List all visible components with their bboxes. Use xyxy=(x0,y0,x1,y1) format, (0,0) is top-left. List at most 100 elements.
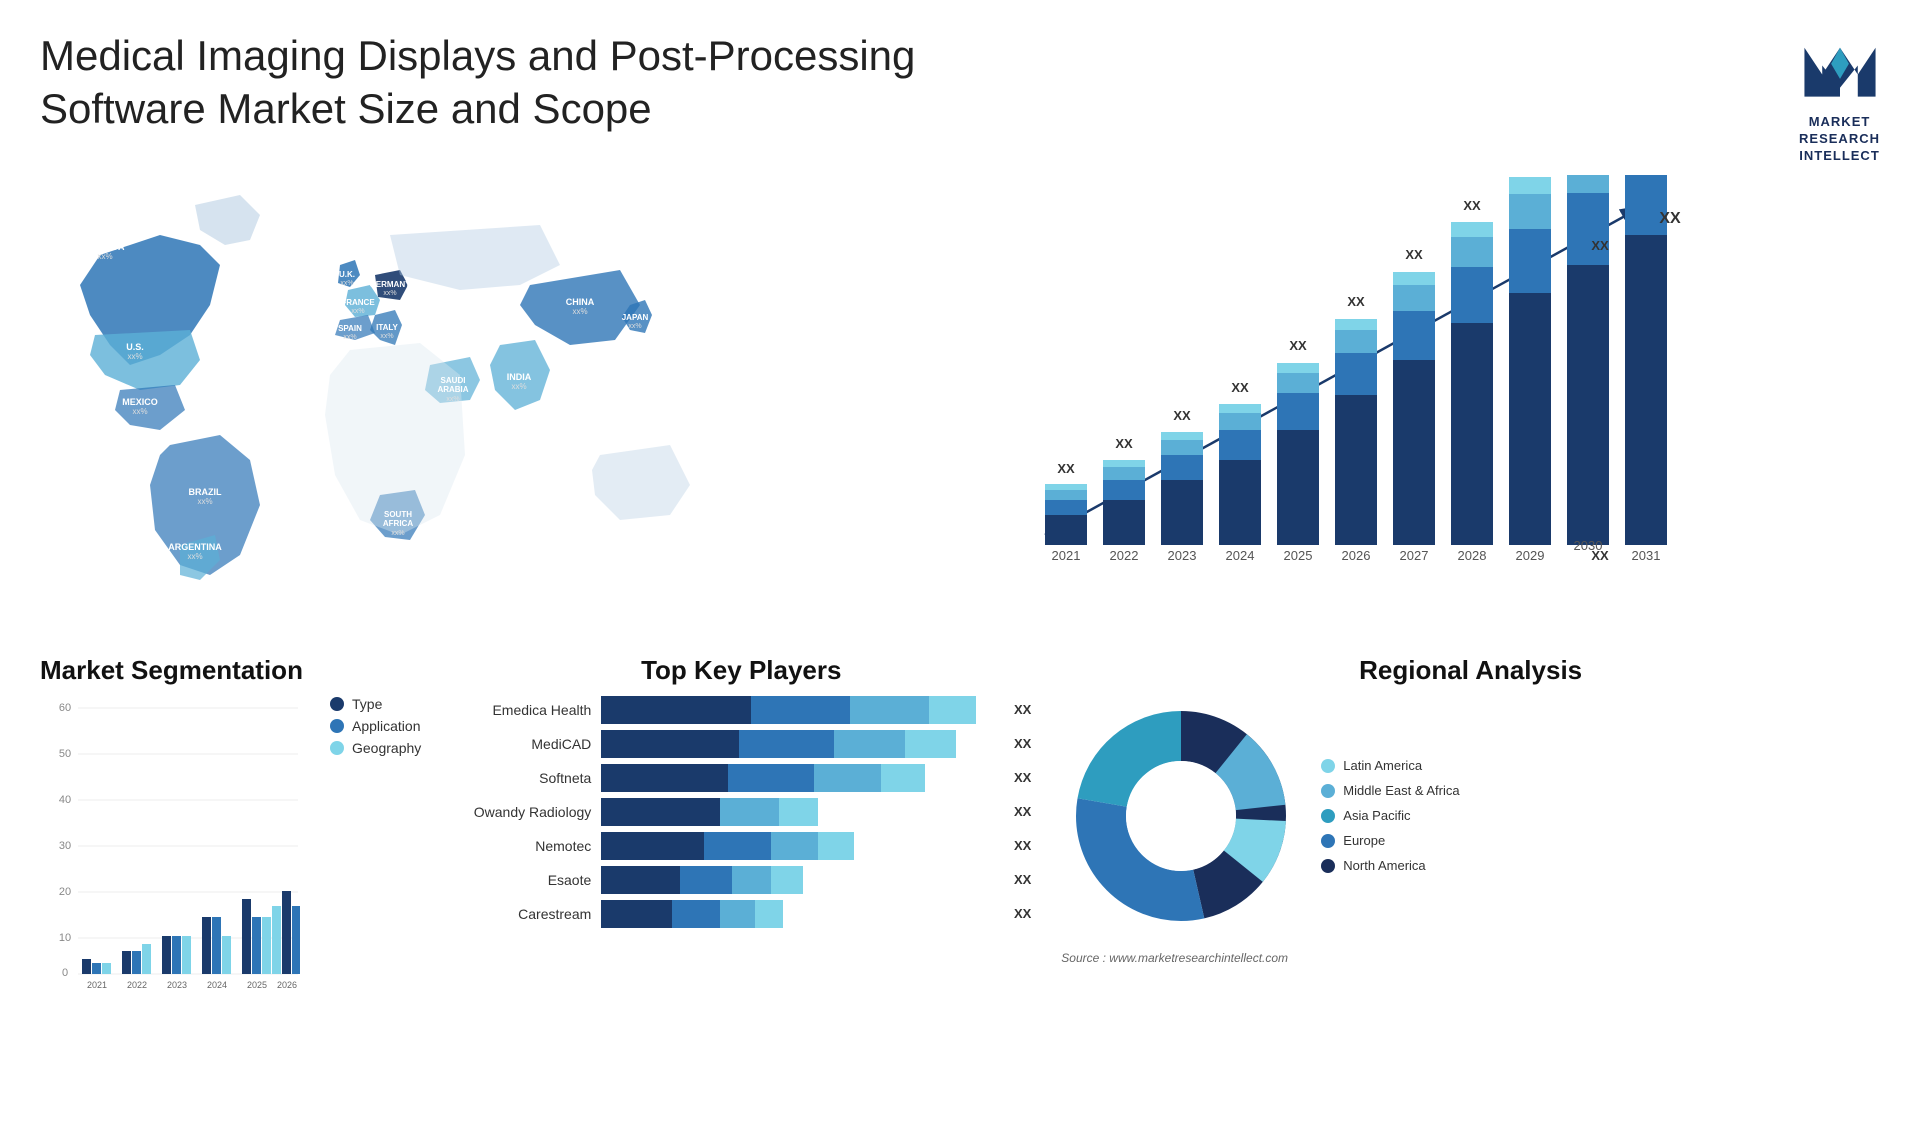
svg-text:XX: XX xyxy=(1115,436,1133,451)
svg-text:XX: XX xyxy=(1591,548,1609,563)
svg-text:xx%: xx% xyxy=(351,308,364,315)
player-bar xyxy=(601,866,996,894)
svg-text:2027: 2027 xyxy=(1400,548,1429,563)
segmentation-title: Market Segmentation xyxy=(40,655,421,686)
page-title: Medical Imaging Displays and Post-Proces… xyxy=(40,30,940,135)
svg-text:2021: 2021 xyxy=(1052,548,1081,563)
player-row: MediCAD XX xyxy=(451,730,1031,758)
legend-north-america: North America xyxy=(1321,858,1459,873)
svg-text:XX: XX xyxy=(1173,408,1191,423)
player-value: XX xyxy=(1014,804,1031,819)
svg-text:XX: XX xyxy=(1231,380,1249,395)
legend-asia-pacific: Asia Pacific xyxy=(1321,808,1459,823)
players-list: Emedica Health XX MediCAD XX xyxy=(451,696,1031,928)
svg-text:xx%: xx% xyxy=(380,333,393,340)
legend-latin-america-label: Latin America xyxy=(1343,758,1422,773)
svg-text:xx%: xx% xyxy=(127,352,142,361)
legend-application: Application xyxy=(330,718,421,734)
player-bar xyxy=(601,798,996,826)
north-america-dot xyxy=(1321,859,1335,873)
player-value: XX xyxy=(1014,770,1031,785)
svg-text:U.S.: U.S. xyxy=(126,342,144,352)
svg-text:XX: XX xyxy=(1347,294,1365,309)
middle-east-dot xyxy=(1321,784,1335,798)
svg-text:CANADA: CANADA xyxy=(86,242,125,252)
svg-text:2025: 2025 xyxy=(1284,548,1313,563)
svg-text:60: 60 xyxy=(59,702,71,714)
svg-text:xx%: xx% xyxy=(383,290,396,297)
svg-text:2028: 2028 xyxy=(1458,548,1487,563)
player-value: XX xyxy=(1014,872,1031,887)
player-row: Esaote XX xyxy=(451,866,1031,894)
player-bar xyxy=(601,900,996,928)
svg-text:ARGENTINA: ARGENTINA xyxy=(168,542,222,552)
growth-chart-svg: XX 2021 XX 2022 XX 2023 XX 2024 xyxy=(790,175,1880,595)
player-bar xyxy=(601,764,996,792)
player-bar xyxy=(601,730,996,758)
svg-text:2022: 2022 xyxy=(127,980,147,990)
svg-text:xx%: xx% xyxy=(197,497,212,506)
svg-text:MEXICO: MEXICO xyxy=(122,397,158,407)
seg-bottom-area: 60 50 40 30 20 10 0 xyxy=(40,696,421,996)
player-value: XX xyxy=(1014,736,1031,751)
legend-europe-label: Europe xyxy=(1343,833,1385,848)
donut-chart-svg xyxy=(1061,696,1301,936)
player-value: XX xyxy=(1014,838,1031,853)
svg-text:XX: XX xyxy=(1057,461,1075,476)
regional-area: Regional Analysis xyxy=(1061,655,1880,1045)
type-dot xyxy=(330,697,344,711)
player-name: Carestream xyxy=(451,906,591,922)
svg-text:2022: 2022 xyxy=(1110,548,1139,563)
svg-text:SPAIN: SPAIN xyxy=(338,324,362,333)
legend-middle-east: Middle East & Africa xyxy=(1321,783,1459,798)
player-row: Owandy Radiology XX xyxy=(451,798,1031,826)
legend-geography: Geography xyxy=(330,740,421,756)
player-value: XX xyxy=(1014,906,1031,921)
player-name: Emedica Health xyxy=(451,702,591,718)
svg-text:U.K.: U.K. xyxy=(339,270,355,279)
svg-text:2025: 2025 xyxy=(247,980,267,990)
player-row: Emedica Health XX xyxy=(451,696,1031,724)
top-section: CANADA xx% U.S. xx% MEXICO xx% BRAZIL xx… xyxy=(0,175,1920,635)
svg-text:xx%: xx% xyxy=(132,407,147,416)
legend-asia-pacific-label: Asia Pacific xyxy=(1343,808,1410,823)
svg-text:xx%: xx% xyxy=(391,530,404,537)
svg-text:XX: XX xyxy=(1591,238,1609,253)
svg-text:XX: XX xyxy=(1463,198,1481,213)
svg-text:JAPAN: JAPAN xyxy=(622,313,649,322)
logo-area: MARKET RESEARCH INTELLECT xyxy=(1799,30,1880,165)
player-bar xyxy=(601,696,996,724)
svg-text:CHINA: CHINA xyxy=(566,297,595,307)
svg-text:40: 40 xyxy=(59,794,71,806)
svg-text:2031: 2031 xyxy=(1632,548,1661,563)
svg-text:50: 50 xyxy=(59,748,71,760)
svg-text:2023: 2023 xyxy=(1168,548,1197,563)
logo-text: MARKET RESEARCH INTELLECT xyxy=(1799,114,1880,165)
svg-text:ITALY: ITALY xyxy=(376,323,398,332)
player-name: Nemotec xyxy=(451,838,591,854)
logo-icon xyxy=(1800,30,1880,110)
svg-text:xx%: xx% xyxy=(446,396,459,403)
svg-text:10: 10 xyxy=(59,932,71,944)
europe-dot xyxy=(1321,834,1335,848)
player-name: Owandy Radiology xyxy=(451,804,591,820)
svg-text:2023: 2023 xyxy=(167,980,187,990)
svg-text:FRANCE: FRANCE xyxy=(341,298,375,307)
svg-text:SAUDI: SAUDI xyxy=(441,376,466,385)
svg-text:XX: XX xyxy=(1659,210,1681,227)
world-map: CANADA xx% U.S. xx% MEXICO xx% BRAZIL xx… xyxy=(40,175,740,615)
svg-text:2021: 2021 xyxy=(87,980,107,990)
application-dot xyxy=(330,719,344,733)
legend-latin-america: Latin America xyxy=(1321,758,1459,773)
key-players-title: Top Key Players xyxy=(451,655,1031,686)
svg-text:ARABIA: ARABIA xyxy=(437,385,468,394)
bottom-section: Market Segmentation 60 50 40 30 20 10 0 xyxy=(0,635,1920,1055)
player-name: Softneta xyxy=(451,770,591,786)
header: Medical Imaging Displays and Post-Proces… xyxy=(0,0,1920,175)
svg-text:SOUTH: SOUTH xyxy=(384,510,412,519)
svg-text:XX: XX xyxy=(1405,247,1423,262)
source-text: Source : www.marketresearchintellect.com xyxy=(1061,951,1880,965)
svg-text:AFRICA: AFRICA xyxy=(383,519,413,528)
svg-text:xx%: xx% xyxy=(511,382,526,391)
player-row: Carestream XX xyxy=(451,900,1031,928)
